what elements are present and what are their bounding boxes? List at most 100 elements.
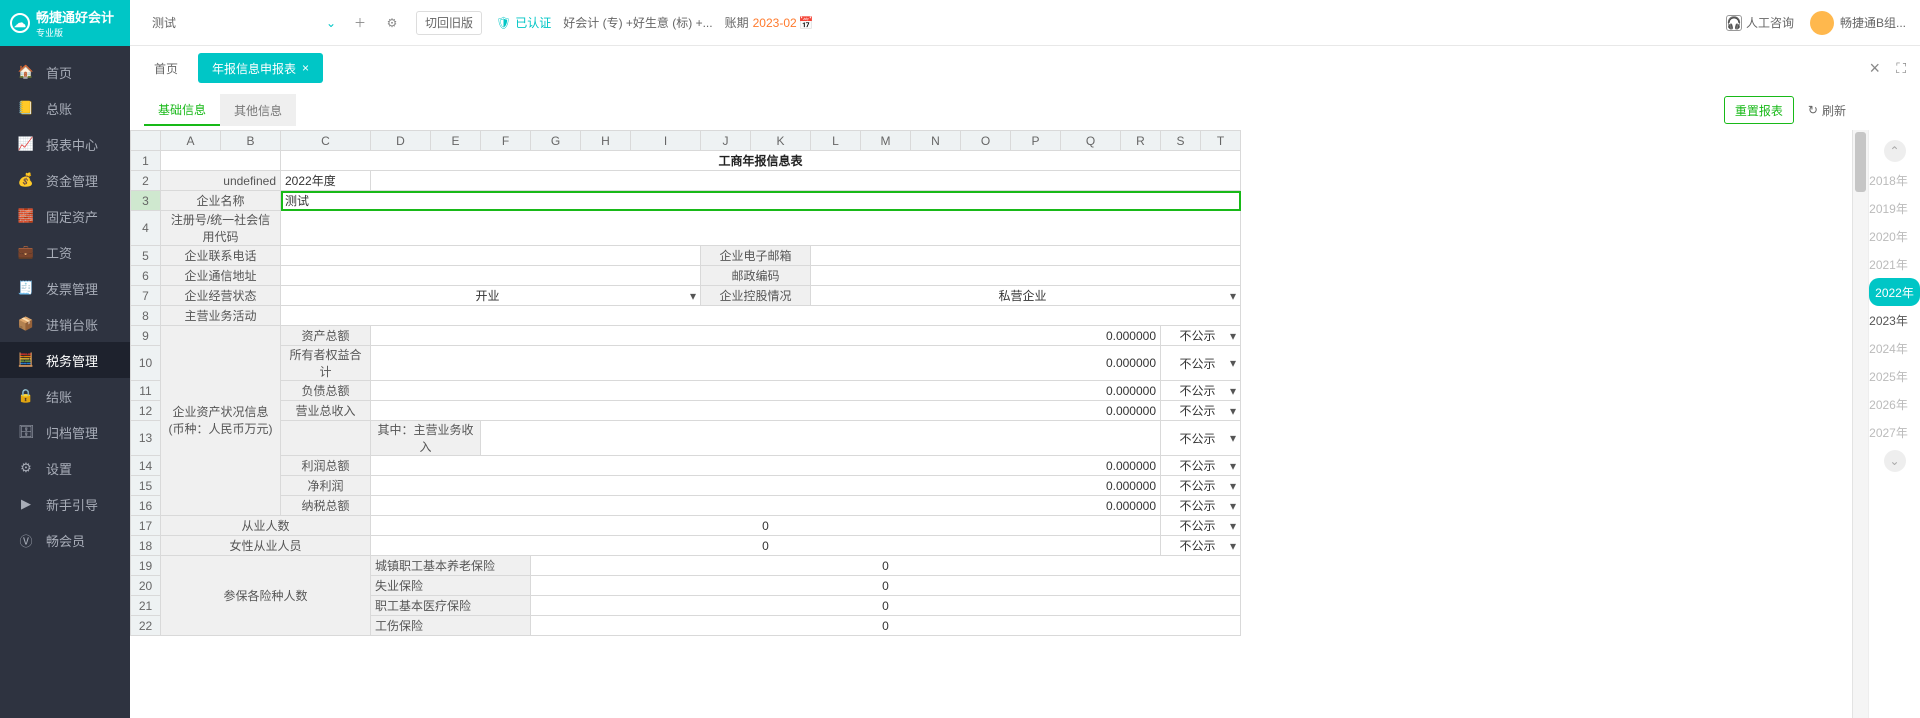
subtab-bar: 基础信息 其他信息 重置报表 ↻ 刷新 [130,90,1920,130]
sidebar-item-5[interactable]: 💼工资 [0,234,130,270]
table-row: 19参保各险种人数城镇职工基本养老保险0 [131,556,1241,576]
add-icon[interactable]: ＋ [348,11,372,35]
col-header-C[interactable]: C [281,131,371,151]
sidebar-item-label: 归档管理 [46,423,98,442]
company-select[interactable]: 测试 ⌄ [144,9,344,37]
col-header-S[interactable]: S [1161,131,1201,151]
tab-annual-report[interactable]: 年报信息申报表 × [198,53,323,83]
calendar-icon[interactable]: 📅 [799,16,814,30]
sidebar-item-12[interactable]: ▶ 新手引导 [0,486,130,522]
year-2023年[interactable]: 2023年 [1869,306,1920,334]
year-2020年[interactable]: 2020年 [1869,222,1920,250]
corner-cell[interactable] [131,131,161,151]
subtab-basic[interactable]: 基础信息 [144,94,220,126]
col-header-H[interactable]: H [581,131,631,151]
scrollbar-thumb[interactable] [1855,132,1866,192]
shield-check-icon: 🛡 [496,16,511,30]
sidebar-item-10[interactable]: 🗄归档管理 [0,414,130,450]
close-icon[interactable]: × [302,61,309,75]
nav-icon: 🧱 [18,208,34,224]
sidebar-item-6[interactable]: 🧾发票管理 [0,270,130,306]
period-value[interactable]: 2023-02 [753,16,797,30]
col-header-I[interactable]: I [631,131,701,151]
year-2026年[interactable]: 2026年 [1869,390,1920,418]
subtab-other[interactable]: 其他信息 [220,94,296,126]
year-2022年[interactable]: 2022年 [1869,278,1920,306]
brand-name: 畅捷通好会计 [36,10,114,25]
col-header-F[interactable]: F [481,131,531,151]
year-2025年[interactable]: 2025年 [1869,362,1920,390]
col-header-N[interactable]: N [911,131,961,151]
col-header-L[interactable]: L [811,131,861,151]
col-header-O[interactable]: O [961,131,1011,151]
sidebar-item-label: 新手引导 [46,495,98,514]
sidebar-item-13[interactable]: Ⓥ畅会员 [0,522,130,558]
sidebar-item-11[interactable]: ⚙设置 [0,450,130,486]
year-2027年[interactable]: 2027年 [1869,418,1920,446]
nav-icon: 💰 [18,172,34,188]
page-tabbar: 首页 年报信息申报表 × × ⛶ [130,46,1920,90]
nav-icon: 📒 [18,100,34,116]
col-header-J[interactable]: J [701,131,751,151]
sidebar-item-0[interactable]: 🏠 首页 [0,54,130,90]
table-row: 13其中：主营业务收入不公示▾ [131,421,1241,456]
col-header-A[interactable]: A [161,131,221,151]
col-header-R[interactable]: R [1121,131,1161,151]
year-2024年[interactable]: 2024年 [1869,334,1920,362]
gear-icon[interactable]: ⚙ [380,11,404,35]
col-header-Q[interactable]: Q [1061,131,1121,151]
col-header-P[interactable]: P [1011,131,1061,151]
col-header-G[interactable]: G [531,131,581,151]
company-name-cell[interactable]: 测试 [281,191,1241,211]
sidebar-item-label: 首页 [46,63,72,82]
year-2021年[interactable]: 2021年 [1869,250,1920,278]
table-row: 9企业资产状况信息(币种：人民币万元)资产总额0.000000不公示▾ [131,326,1241,346]
sheet-area: ABCDEFGHIJKLMNOPQRST1工商年报信息表2undefined20… [130,130,1920,718]
fullscreen-icon[interactable]: ⛶ [1896,60,1906,77]
table-row: 4注册号/统一社会信用代码 [131,211,1241,246]
year-2019年[interactable]: 2019年 [1869,194,1920,222]
avatar[interactable] [1810,11,1834,35]
col-header-M[interactable]: M [861,131,911,151]
table-row: 3企业名称测试 [131,191,1241,211]
table-row: 1工商年报信息表 [131,151,1241,171]
refresh-icon: ↻ [1808,103,1818,117]
sidebar-item-2[interactable]: 📈报表中心 [0,126,130,162]
vertical-scrollbar[interactable] [1852,130,1868,718]
service-button[interactable]: 🎧 人工咨询 [1726,14,1794,31]
sidebar-item-8[interactable]: 🧮税务管理 [0,342,130,378]
reset-report-button[interactable]: 重置报表 [1724,96,1794,124]
nav-icon: Ⓥ [18,532,34,548]
user-name[interactable]: 畅捷通B组... [1840,14,1906,31]
refresh-button[interactable]: ↻ 刷新 [1808,102,1846,119]
nav-icon: 🔒 [18,388,34,404]
spreadsheet[interactable]: ABCDEFGHIJKLMNOPQRST1工商年报信息表2undefined20… [130,130,1852,718]
sidebar-item-label: 发票管理 [46,279,98,298]
sidebar-item-label: 设置 [46,459,72,478]
main: 测试 ⌄ ＋ ⚙ 切回旧版 🛡 已认证 好会计 (专) +好生意 (标) +..… [130,0,1920,718]
switch-old-button[interactable]: 切回旧版 [416,11,482,35]
brand-edition: 专业版 [36,26,114,39]
cloud-upload-icon: ☁ [10,13,30,33]
col-header-B[interactable]: B [221,131,281,151]
table-row: 14利润总额0.000000不公示▾ [131,456,1241,476]
nav-icon: ▶ [18,496,34,512]
nav-icon: 🧮 [18,352,34,368]
year-2018年[interactable]: 2018年 [1869,166,1920,194]
nav-icon: 📦 [18,316,34,332]
tab-home[interactable]: 首页 [140,53,192,83]
table-row: 2undefined2022年度 [131,171,1241,191]
tabbar-close-icon[interactable]: × [1869,58,1880,79]
sidebar-item-1[interactable]: 📒总账 [0,90,130,126]
nav-icon: 🏠 [18,64,34,80]
year-next-icon[interactable]: ⌄ [1884,450,1906,472]
col-header-T[interactable]: T [1201,131,1241,151]
sidebar-item-3[interactable]: 💰资金管理 [0,162,130,198]
sidebar-item-4[interactable]: 🧱固定资产 [0,198,130,234]
sidebar-item-7[interactable]: 📦进销台账 [0,306,130,342]
sidebar-item-9[interactable]: 🔒结账 [0,378,130,414]
col-header-K[interactable]: K [751,131,811,151]
year-prev-icon[interactable]: ⌃ [1884,140,1906,162]
col-header-E[interactable]: E [431,131,481,151]
col-header-D[interactable]: D [371,131,431,151]
